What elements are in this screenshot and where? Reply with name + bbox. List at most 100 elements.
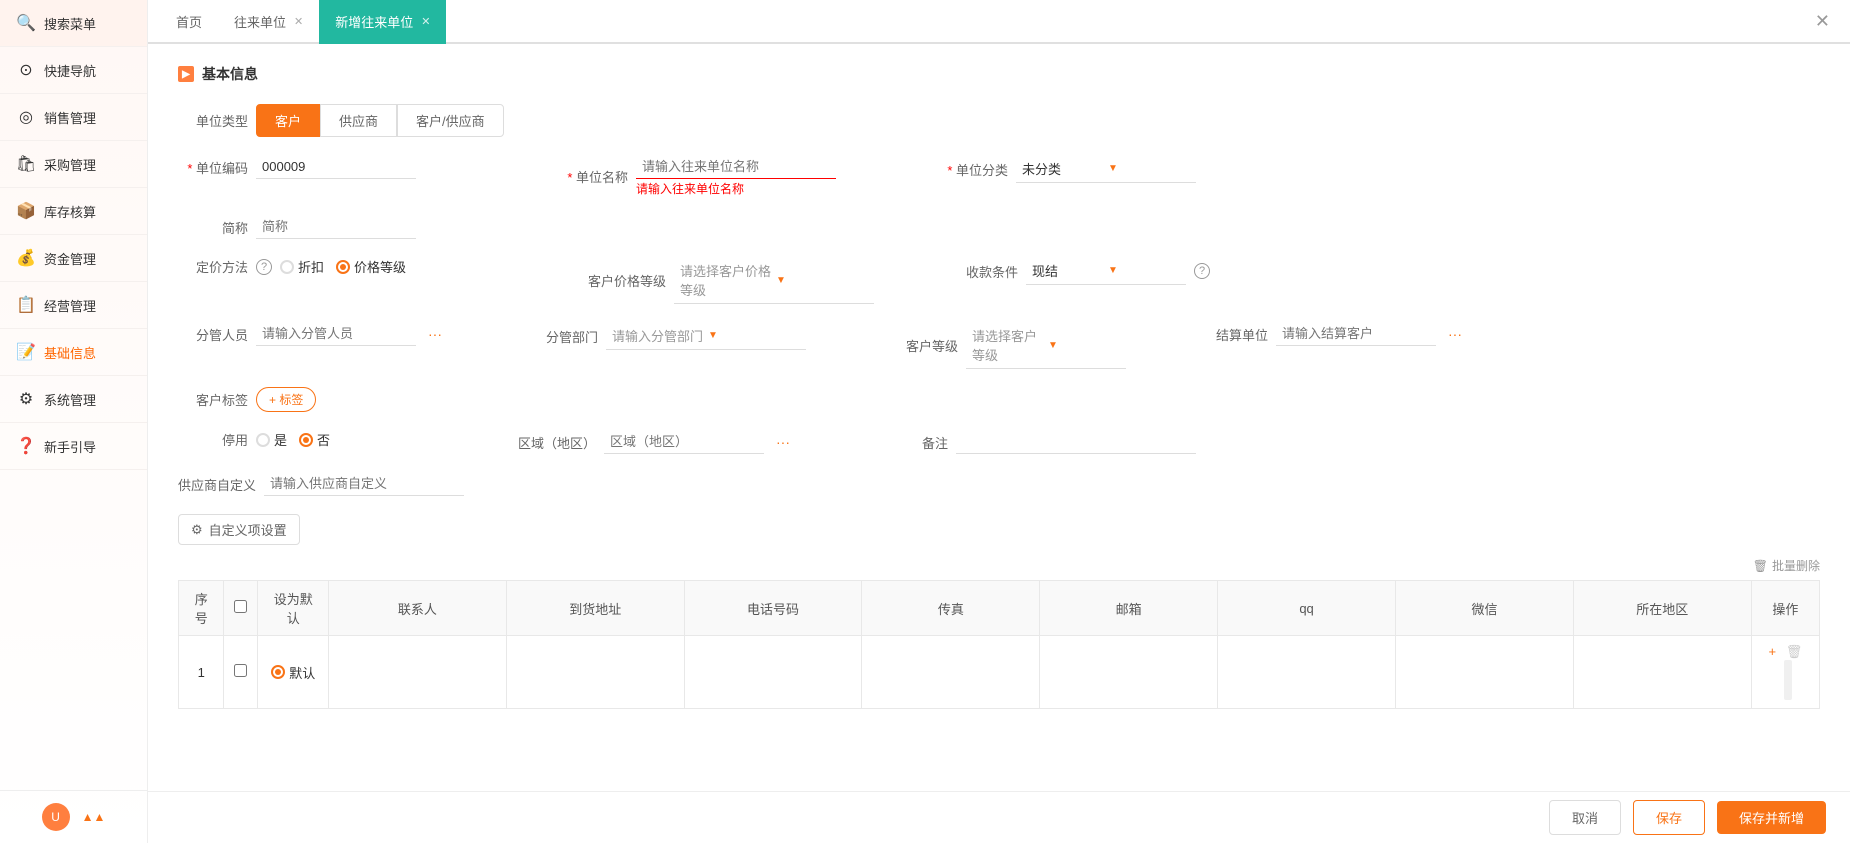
unit-code-label: 单位编码 [178, 158, 248, 177]
sidebar-item-purchase[interactable]: 🛍 采购管理 [0, 141, 147, 188]
row-drag-handle[interactable] [1784, 660, 1792, 700]
unit-category-select[interactable]: 未分类 ▼ [1016, 155, 1196, 183]
payment-help-icon[interactable]: ? [1194, 263, 1210, 279]
home-icon: ⊙ [16, 60, 36, 80]
main-area: 首页 往来单位 ✕ 新增往来单位 ✕ ✕ ▶ 基本信息 单位类型 客户 供应商 … [148, 0, 1850, 843]
pricing-help-icon[interactable]: ? [256, 259, 272, 275]
sidebar-item-inventory[interactable]: 📦 库存核算 [0, 188, 147, 235]
disabled-row: 停用 是 否 区域（地区） ··· 备注 [178, 430, 1820, 454]
select-all-checkbox[interactable] [234, 600, 247, 613]
settlement-input[interactable] [1276, 322, 1436, 346]
tab-home[interactable]: 首页 [160, 0, 218, 44]
tab-new-contact[interactable]: 新增往来单位 ✕ [319, 0, 446, 44]
sales-icon: ◎ [16, 107, 36, 127]
qq-input[interactable] [1228, 665, 1385, 680]
payment-select[interactable]: 现结 ▼ [1026, 257, 1186, 285]
short-name-input[interactable] [256, 215, 416, 239]
region-table-input[interactable] [1584, 665, 1741, 680]
type-btn-supplier[interactable]: 供应商 [320, 104, 397, 137]
settings-icon: ⚙ [191, 522, 203, 538]
region-more-btn[interactable]: ··· [772, 434, 794, 450]
region-input[interactable] [604, 430, 764, 454]
pricing-radio-level[interactable]: 价格等级 [336, 257, 406, 276]
sidebar-item-finance[interactable]: 💰 资金管理 [0, 235, 147, 282]
td-wechat [1396, 636, 1574, 709]
disabled-yes[interactable]: 是 [256, 430, 287, 449]
footer: 取消 保存 保存并新增 [148, 791, 1850, 843]
remark-input[interactable] [956, 430, 1196, 454]
pricing-radio-discount-circle [280, 260, 294, 274]
manager-more-btn[interactable]: ··· [424, 326, 446, 342]
sidebar-item-operations[interactable]: 📋 经营管理 [0, 282, 147, 329]
type-btn-customer[interactable]: 客户 [256, 104, 320, 137]
payment-label: 收款条件 [948, 262, 1018, 281]
section-icon: ▶ [178, 66, 194, 82]
contact-input[interactable] [339, 665, 496, 680]
newbie-icon: ❓ [16, 436, 36, 456]
phone-input[interactable] [695, 665, 852, 680]
email-input[interactable] [1050, 665, 1207, 680]
unit-info-row: 单位编码 单位名称 请输入往来单位名称 单位分类 未分类 ▼ [178, 155, 1820, 197]
td-checkbox [224, 636, 258, 709]
close-all-tabs[interactable]: ✕ [1807, 11, 1838, 32]
manager-row: 分管人员 ··· 分管部门 请输入分管部门 ▼ 客户等级 请选择客户等级 ▼ 结… [178, 322, 1820, 369]
td-region [1573, 636, 1751, 709]
section-title: 基本信息 [202, 64, 258, 84]
sidebar-item-search[interactable]: 🔍 搜索菜单 [0, 0, 147, 47]
settlement-more-btn[interactable]: ··· [1444, 326, 1466, 342]
batch-delete-button[interactable]: 🗑 批量删除 [1753, 557, 1820, 574]
custom-settings-button[interactable]: ⚙ 自定义项设置 [178, 514, 300, 545]
td-email [1040, 636, 1218, 709]
cancel-button[interactable]: 取消 [1549, 800, 1621, 835]
save-button[interactable]: 保存 [1633, 800, 1705, 835]
sidebar-item-basic[interactable]: 📝 基础信息 [0, 329, 147, 376]
fax-input[interactable] [872, 665, 1029, 680]
row-checkbox[interactable] [234, 664, 247, 677]
pricing-radio-discount[interactable]: 折扣 [280, 257, 324, 276]
department-arrow: ▼ [708, 330, 800, 341]
supplier-custom-input[interactable] [264, 472, 464, 496]
sidebar-item-sales[interactable]: ◎ 销售管理 [0, 94, 147, 141]
delete-row-btn[interactable]: 🗑 [1786, 644, 1803, 659]
unit-type-label: 单位类型 [178, 111, 248, 130]
td-action: + 🗑 [1751, 636, 1819, 709]
default-radio[interactable]: 默认 [268, 663, 318, 682]
customer-price-arrow: ▼ [776, 275, 868, 286]
td-address [506, 636, 684, 709]
content-area: ▶ 基本信息 单位类型 客户 供应商 客户/供应商 单位编码 单位名称 [148, 44, 1850, 791]
th-email: 邮箱 [1040, 581, 1218, 636]
th-wechat: 微信 [1396, 581, 1574, 636]
tab-contacts[interactable]: 往来单位 ✕ [218, 0, 319, 44]
table-section: ⚙ 自定义项设置 🗑 批量删除 序号 设为默认 联系人 到货地址 [178, 514, 1820, 709]
add-tag-button[interactable]: + 标签 [256, 387, 316, 412]
unit-code-input[interactable] [256, 155, 416, 179]
unit-type-row: 单位类型 客户 供应商 客户/供应商 [178, 104, 1820, 137]
td-contact [329, 636, 507, 709]
wechat-input[interactable] [1406, 665, 1563, 680]
sidebar: 🔍 搜索菜单 ⊙ 快捷导航 ◎ 销售管理 🛍 采购管理 📦 库存核算 💰 资金管… [0, 0, 148, 843]
tab-new-contact-close[interactable]: ✕ [421, 15, 430, 28]
save-new-button[interactable]: 保存并新增 [1717, 801, 1826, 834]
sidebar-item-newbie[interactable]: ❓ 新手引导 [0, 423, 147, 470]
unit-category-label: 单位分类 [938, 160, 1008, 179]
table-header-row: 序号 设为默认 联系人 到货地址 电话号码 传真 邮箱 qq 微信 所在地区 操… [179, 581, 1820, 636]
type-btn-both[interactable]: 客户/供应商 [397, 104, 504, 137]
short-name-label: 简称 [178, 218, 248, 237]
department-select[interactable]: 请输入分管部门 ▼ [606, 322, 806, 350]
sidebar-item-quick-nav[interactable]: ⊙ 快捷导航 [0, 47, 147, 94]
unit-type-buttons: 客户 供应商 客户/供应商 [256, 104, 504, 137]
unit-name-input[interactable] [636, 155, 836, 179]
customer-level-select[interactable]: 请选择客户等级 ▼ [966, 322, 1126, 369]
table-row: 1 默认 [179, 636, 1820, 709]
disabled-no[interactable]: 否 [299, 430, 330, 449]
user-avatar[interactable]: U [42, 803, 70, 831]
pricing-radio-level-circle [336, 260, 350, 274]
address-input[interactable] [517, 665, 674, 680]
td-no: 1 [179, 636, 224, 709]
sidebar-item-system[interactable]: ⚙ 系统管理 [0, 376, 147, 423]
manager-input[interactable] [256, 322, 416, 346]
add-row-btn[interactable]: + [1768, 644, 1776, 659]
tab-contacts-close[interactable]: ✕ [294, 15, 303, 28]
disabled-no-circle [299, 433, 313, 447]
customer-price-select[interactable]: 请选择客户价格等级 ▼ [674, 257, 874, 304]
